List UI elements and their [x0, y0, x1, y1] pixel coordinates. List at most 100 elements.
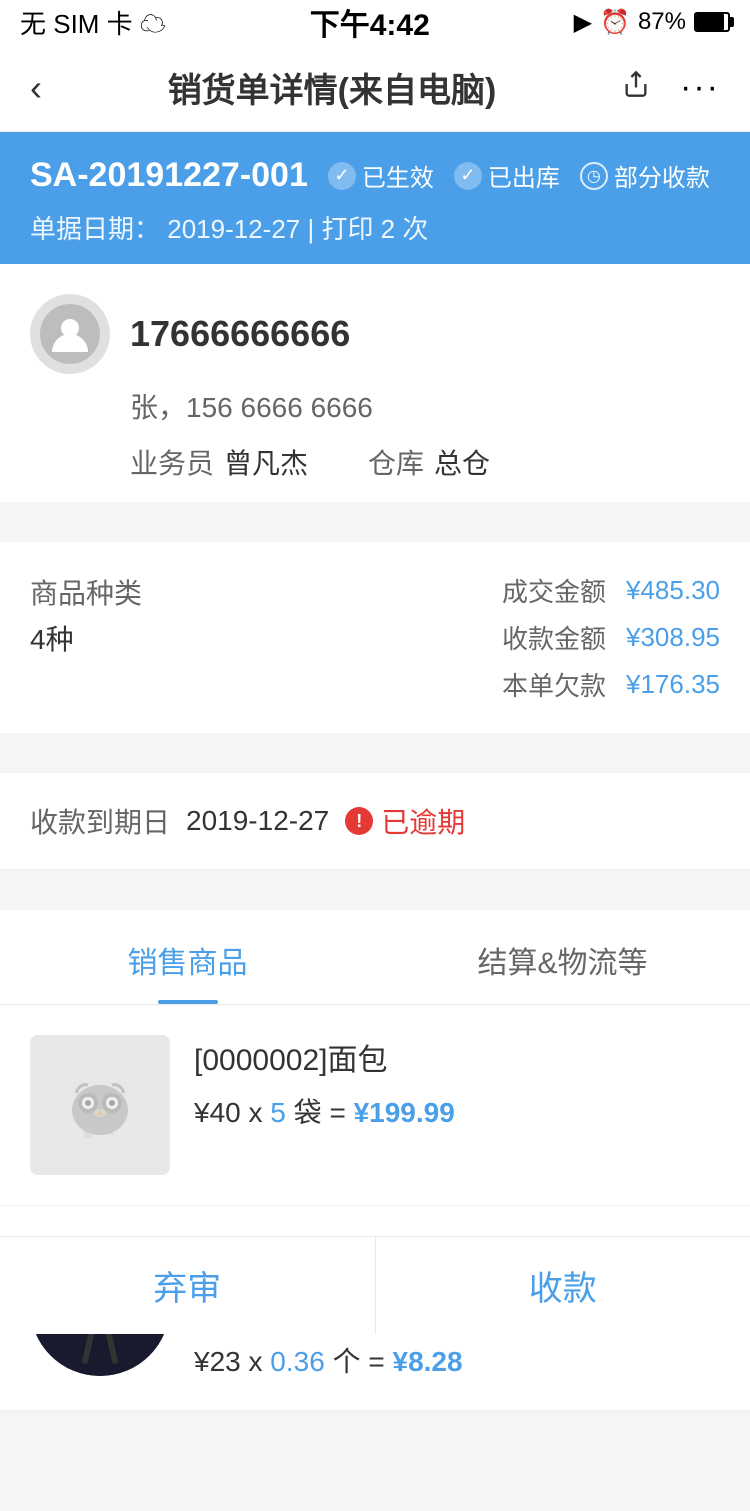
nav-actions: ··· — [622, 68, 720, 107]
product-price-1: ¥40 x 5 袋 = ¥199.99 — [194, 1097, 455, 1128]
customer-info: 张，156 6666 6666 — [130, 386, 720, 426]
price-total-1: ¥199.99 — [354, 1097, 455, 1128]
customer-top: 17666666666 — [30, 294, 720, 374]
tab-products[interactable]: 销售商品 — [0, 910, 375, 1004]
overdue-badge: ! 已逾期 — [345, 801, 465, 841]
product-price-row-1: ¥40 x 5 袋 = ¥199.99 — [194, 1091, 720, 1131]
status-right: ▶ ⏰ 87% — [574, 8, 730, 37]
debt-value: ¥176.35 — [626, 669, 720, 700]
cancel-button[interactable]: 弃审 — [0, 1237, 376, 1334]
category-count: 4种 — [30, 618, 142, 658]
print-info: | 打印 2 次 — [307, 214, 428, 244]
price-equals-1: = — [329, 1097, 353, 1128]
divider-3 — [0, 870, 750, 890]
status-time: 下午4:42 — [310, 0, 430, 44]
badge-partial: ◷ 部分收款 — [580, 158, 710, 193]
battery-text: 87% — [638, 8, 686, 36]
avatar-icon — [40, 304, 100, 364]
sales-label: 业务员 — [130, 442, 214, 482]
date-label: 单据日期： — [30, 214, 160, 244]
order-header: SA-20191227-001 ✓ 已生效 ✓ 已出库 ◷ 部分收款 单据日期：… — [0, 132, 750, 264]
product-price-2: ¥23 x 0.36 个 = ¥8.28 — [194, 1346, 463, 1377]
check-icon-active: ✓ — [328, 162, 356, 190]
product-price-row-2: ¥23 x 0.36 个 = ¥8.28 — [194, 1340, 720, 1380]
divider-1 — [0, 502, 750, 522]
price-x-2: x — [249, 1346, 271, 1377]
price-unit-2: ¥23 — [194, 1346, 241, 1377]
location-icon: ▶ — [574, 8, 592, 37]
price-unit-1: ¥40 — [194, 1097, 241, 1128]
svg-text:兽: 兽 — [83, 1127, 93, 1140]
product-list: 兽 + [0000002]面包 ¥40 x 5 袋 = ¥199.99 — [0, 1005, 750, 1411]
due-date: 2019-12-27 — [186, 805, 329, 837]
received-label: 收款金额 — [502, 619, 606, 656]
product-name-1: [0000002]面包 — [194, 1035, 720, 1079]
debt-row: 本单欠款 ¥176.35 — [502, 666, 720, 703]
share-icon[interactable] — [622, 70, 650, 106]
back-button[interactable]: ‹ — [30, 67, 42, 109]
customer-id: 17666666666 — [130, 313, 350, 355]
badge-partial-label: 部分收款 — [614, 158, 710, 193]
warehouse-label: 仓库 — [368, 442, 424, 482]
due-label: 收款到期日 — [30, 801, 170, 841]
svg-text:+: + — [109, 1129, 115, 1140]
tab-settlement-label: 结算&物流等 — [477, 947, 647, 980]
overdue-icon: ! — [345, 807, 373, 835]
badge-shipped-label: 已出库 — [488, 158, 560, 193]
price-unit-label-2: 个 — [333, 1346, 361, 1377]
received-row: 收款金额 ¥308.95 — [502, 619, 720, 656]
amount-label: 成交金额 — [502, 572, 606, 609]
cancel-label: 弃审 — [153, 1261, 221, 1310]
price-x-1: x — [249, 1097, 271, 1128]
product-info-1: [0000002]面包 ¥40 x 5 袋 = ¥199.99 — [194, 1035, 720, 1175]
debt-label: 本单欠款 — [502, 666, 606, 703]
more-icon[interactable]: ··· — [680, 68, 720, 107]
price-total-2: ¥8.28 — [393, 1346, 463, 1377]
amount-row: 成交金额 ¥485.30 — [502, 572, 720, 609]
product-item: 兽 + [0000002]面包 ¥40 x 5 袋 = ¥199.99 — [0, 1005, 750, 1206]
overdue-text: 已逾期 — [381, 801, 465, 841]
price-qty-1: 5 — [270, 1097, 286, 1128]
sales-meta: 业务员 曾凡杰 — [130, 442, 308, 482]
due-date-section: 收款到期日 2019-12-27 ! 已逾期 — [0, 773, 750, 870]
sales-value: 曾凡杰 — [224, 442, 308, 482]
received-value: ¥308.95 — [626, 622, 720, 653]
confirm-button[interactable]: 收款 — [376, 1237, 750, 1334]
badge-shipped: ✓ 已出库 — [454, 158, 560, 193]
avatar — [30, 294, 110, 374]
status-bar: 无 SIM 卡 ☁ 下午4:42 ▶ ⏰ 87% — [0, 0, 750, 44]
battery-icon — [694, 12, 730, 32]
status-left: 无 SIM 卡 ☁ — [20, 4, 166, 41]
divider-2 — [0, 733, 750, 753]
tab-settlement[interactable]: 结算&物流等 — [375, 910, 750, 1004]
category-label: 商品种类 — [30, 572, 142, 612]
product-thumbnail-1: 兽 + — [30, 1035, 170, 1175]
amount-value: ¥485.30 — [626, 575, 720, 606]
tab-products-label: 销售商品 — [128, 947, 248, 980]
order-date: 2019-12-27 — [167, 214, 300, 244]
price-equals-2: = — [368, 1346, 392, 1377]
alarm-icon: ⏰ — [600, 8, 630, 37]
tabs-header: 销售商品 结算&物流等 — [0, 910, 750, 1005]
tabs-section: 销售商品 结算&物流等 — [0, 910, 750, 1411]
price-unit-label-1: 袋 — [294, 1097, 322, 1128]
bottom-bar: 弃审 收款 — [0, 1236, 750, 1334]
stats-right: 成交金额 ¥485.30 收款金额 ¥308.95 本单欠款 ¥176.35 — [502, 572, 720, 703]
customer-meta: 业务员 曾凡杰 仓库 总仓 — [130, 442, 720, 482]
nav-bar: ‹ 销货单详情(来自电脑) ··· — [0, 44, 750, 132]
order-date-row: 单据日期： 2019-12-27 | 打印 2 次 — [30, 209, 720, 246]
warehouse-meta: 仓库 总仓 — [368, 442, 490, 482]
page-title: 销货单详情(来自电脑) — [168, 63, 497, 112]
customer-section: 17666666666 张，156 6666 6666 业务员 曾凡杰 仓库 总… — [0, 264, 750, 502]
check-icon-shipped: ✓ — [454, 162, 482, 190]
badge-active-label: 已生效 — [362, 158, 434, 193]
clock-icon: ◷ — [580, 162, 608, 190]
price-qty-2: 0.36 — [270, 1346, 325, 1377]
order-id: SA-20191227-001 — [30, 156, 308, 195]
bottom-spacer — [0, 1411, 750, 1511]
confirm-label: 收款 — [529, 1261, 597, 1310]
warehouse-value: 总仓 — [434, 442, 490, 482]
stats-section: 商品种类 4种 成交金额 ¥485.30 收款金额 ¥308.95 本单欠款 ¥… — [0, 542, 750, 733]
stats-left: 商品种类 4种 — [30, 572, 142, 658]
banner-top: SA-20191227-001 ✓ 已生效 ✓ 已出库 ◷ 部分收款 — [30, 156, 720, 195]
